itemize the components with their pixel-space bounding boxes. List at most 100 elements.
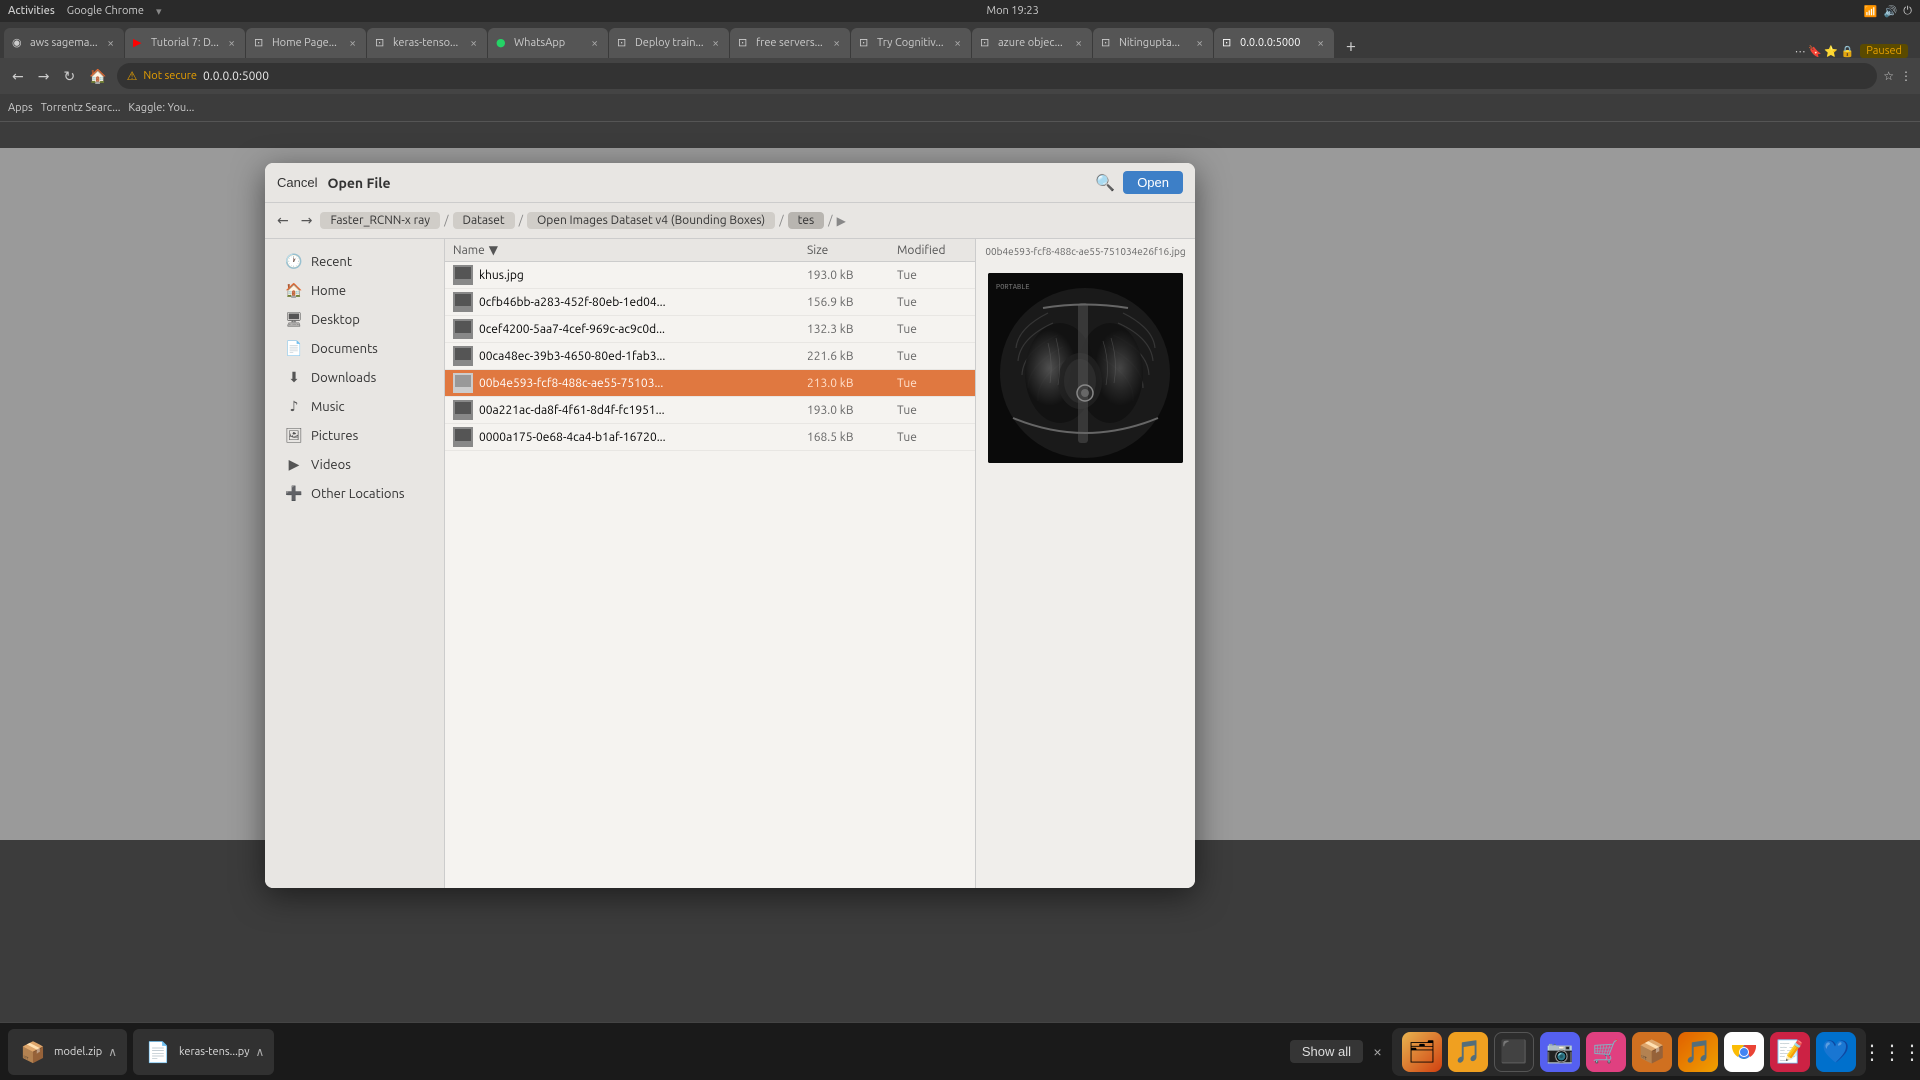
downloads-close-btn[interactable]: × [1369, 1043, 1386, 1061]
tab-localhost[interactable]: ⊡ 0.0.0.0:5000 × [1214, 28, 1334, 58]
dock-eritask-icon[interactable]: 📝 [1770, 1032, 1810, 1072]
bookmark-apps[interactable]: Apps [8, 102, 33, 114]
path-pill-faster-rcnn[interactable]: Faster_RCNN-x ray [320, 212, 440, 229]
dock-chrome-icon[interactable] [1724, 1032, 1764, 1072]
path-back-btn[interactable]: ← [273, 210, 293, 231]
tab-title: Tutorial 7: D... [151, 37, 222, 49]
tab-free-servers[interactable]: ⊡ free servers... × [730, 28, 850, 58]
tab-niting[interactable]: ⊡ Nitingupta... × [1093, 28, 1213, 58]
path-forward-btn[interactable]: → [297, 210, 317, 231]
refresh-btn[interactable]: ↻ [59, 66, 79, 87]
dock-audio-icon[interactable]: 🎵 [1678, 1032, 1718, 1072]
url-bar[interactable]: ⚠ Not secure 0.0.0.0:5000 [117, 63, 1878, 89]
show-all-button[interactable]: Show all [1290, 1040, 1363, 1063]
tab-close-btn[interactable]: × [1315, 35, 1326, 52]
tab-close-btn[interactable]: × [831, 35, 842, 52]
tab-azure[interactable]: ⊡ azure objec... × [972, 28, 1092, 58]
sidebar-item-home[interactable]: 🏠 Home [269, 276, 440, 305]
tab-whatsapp[interactable]: ● WhatsApp × [488, 28, 608, 58]
dock-terminal-icon[interactable]: ⬛ [1494, 1032, 1534, 1072]
sidebar-item-music[interactable]: ♪ Music [269, 392, 440, 421]
back-btn[interactable]: ← [8, 66, 28, 87]
bookmark-torrentz[interactable]: Torrentz Searc... [41, 102, 121, 114]
sidebar-item-other-locations[interactable]: ➕ Other Locations [269, 479, 440, 508]
tab-title: free servers... [756, 37, 827, 49]
tab-close-btn[interactable]: × [226, 35, 237, 52]
file-row[interactable]: 0000a175-0e68-4ca4-b1af-16720... 168.5 k… [445, 424, 975, 451]
sidebar-item-recent[interactable]: 🕐 Recent [269, 247, 440, 276]
file-row[interactable]: 0cef4200-5aa7-4cef-969c-ac9c0d... 132.3 … [445, 316, 975, 343]
taskbar-model-close[interactable]: ∧ [108, 1045, 117, 1059]
open-button[interactable]: Open [1123, 171, 1183, 194]
taskbar-keras-close[interactable]: ∧ [256, 1045, 265, 1059]
tab-keras[interactable]: ⊡ keras-tenso... × [367, 28, 487, 58]
home-nav-btn[interactable]: 🏠 [85, 66, 110, 87]
tab-favicon: ⊡ [859, 36, 873, 50]
taskbar-download-keras[interactable]: 📄 keras-tens...py ∧ [133, 1029, 274, 1075]
tab-favicon: ◉ [12, 36, 26, 50]
col-name-header[interactable]: Name ▼ [453, 243, 807, 257]
file-modified: Tue [897, 269, 967, 282]
tab-close-btn[interactable]: × [710, 35, 721, 52]
sidebar-label-pictures: Pictures [311, 429, 358, 443]
bookmark-kaggle[interactable]: Kaggle: You... [128, 102, 194, 114]
tab-close-btn[interactable]: × [952, 35, 963, 52]
file-row[interactable]: 0cfb46bb-a283-452f-80eb-1ed04... 156.9 k… [445, 289, 975, 316]
file-row[interactable]: 00a221ac-da8f-4f61-8d4f-fc1951... 193.0 … [445, 397, 975, 424]
file-thumbnail-icon [453, 319, 473, 339]
file-modified: Tue [897, 296, 967, 309]
secure-text: Not secure [143, 70, 197, 82]
clock: Mon 19:23 [987, 5, 1039, 17]
new-tab-btn[interactable]: + [1339, 34, 1363, 58]
sidebar-item-desktop[interactable]: 🖥 Desktop [269, 305, 440, 334]
file-thumbnail-icon [453, 265, 473, 285]
sidebar-label-downloads: Downloads [311, 371, 376, 385]
tab-deploy[interactable]: ⊡ Deploy train... × [609, 28, 729, 58]
tab-close-btn[interactable]: × [589, 35, 600, 52]
dock-archive-icon[interactable]: 📦 [1632, 1032, 1672, 1072]
dock-software-icon[interactable]: 🛒 [1586, 1032, 1626, 1072]
col-modified-header[interactable]: Modified [897, 244, 967, 257]
sidebar-item-videos[interactable]: ▶ Videos [269, 450, 440, 479]
taskbar-download-model[interactable]: 📦 model.zip ∧ [8, 1029, 127, 1075]
dock-files-icon[interactable]: 🗂 [1402, 1032, 1442, 1072]
activities-btn[interactable]: Activities [8, 5, 55, 17]
bookmark-star[interactable]: ☆ [1883, 69, 1894, 83]
tab-try-cognitive[interactable]: ⊡ Try Cognitiv... × [851, 28, 971, 58]
tab-tutorial[interactable]: ▶ Tutorial 7: D... × [125, 28, 245, 58]
sidebar-item-downloads[interactable]: ⬇ Downloads [269, 363, 440, 392]
dock-vscode-icon[interactable]: 💙 [1816, 1032, 1856, 1072]
dock-music-icon[interactable]: 🎵 [1448, 1032, 1488, 1072]
tab-title: Nitingupta... [1119, 37, 1190, 49]
file-list-body: khus.jpg 193.0 kB Tue 0cfb46bb-a283-452f… [445, 262, 975, 888]
path-pill-dataset[interactable]: Dataset [453, 212, 515, 229]
dialog-search-icon[interactable]: 🔍 [1095, 173, 1115, 192]
browser-chrome: ◉ aws sagema... × ▶ Tutorial 7: D... × ⊡… [0, 22, 1920, 122]
path-pill-tes[interactable]: tes [788, 212, 825, 229]
browser-menu-btn[interactable]: Google Chrome [67, 5, 144, 17]
file-size: 221.6 kB [807, 350, 897, 363]
path-pill-open-images[interactable]: Open Images Dataset v4 (Bounding Boxes) [527, 212, 775, 229]
sidebar-item-documents[interactable]: 📄 Documents [269, 334, 440, 363]
more-menu-btn[interactable]: ⋮ [1900, 69, 1912, 83]
sidebar-label-videos: Videos [311, 458, 351, 472]
tab-close-btn[interactable]: × [1073, 35, 1084, 52]
file-row-selected[interactable]: 00b4e593-fcf8-488c-ae55-75103... 213.0 k… [445, 370, 975, 397]
file-name: 00a221ac-da8f-4f61-8d4f-fc1951... [479, 404, 807, 417]
cancel-button[interactable]: Cancel [277, 175, 317, 190]
tab-close-btn[interactable]: × [105, 35, 116, 52]
forward-btn[interactable]: → [34, 66, 54, 87]
tab-favicon: ⊡ [375, 36, 389, 50]
file-row[interactable]: khus.jpg 193.0 kB Tue [445, 262, 975, 289]
tab-close-btn[interactable]: × [1194, 35, 1205, 52]
app-grid-btn[interactable]: ⋮⋮⋮ [1872, 1032, 1912, 1072]
tab-close-btn[interactable]: × [468, 35, 479, 52]
file-row[interactable]: 00ca48ec-39b3-4650-80ed-1fab3... 221.6 k… [445, 343, 975, 370]
tab-close-btn[interactable]: × [347, 35, 358, 52]
sidebar-item-pictures[interactable]: 🖼 Pictures [269, 421, 440, 450]
col-size-header[interactable]: Size [807, 244, 897, 257]
tab-home[interactable]: ⊡ Home Page... × [246, 28, 366, 58]
tab-aws[interactable]: ◉ aws sagema... × [4, 28, 124, 58]
dock-photos-icon[interactable]: 📷 [1540, 1032, 1580, 1072]
address-bar: ← → ↻ 🏠 ⚠ Not secure 0.0.0.0:5000 ☆ ⋮ [0, 58, 1920, 94]
